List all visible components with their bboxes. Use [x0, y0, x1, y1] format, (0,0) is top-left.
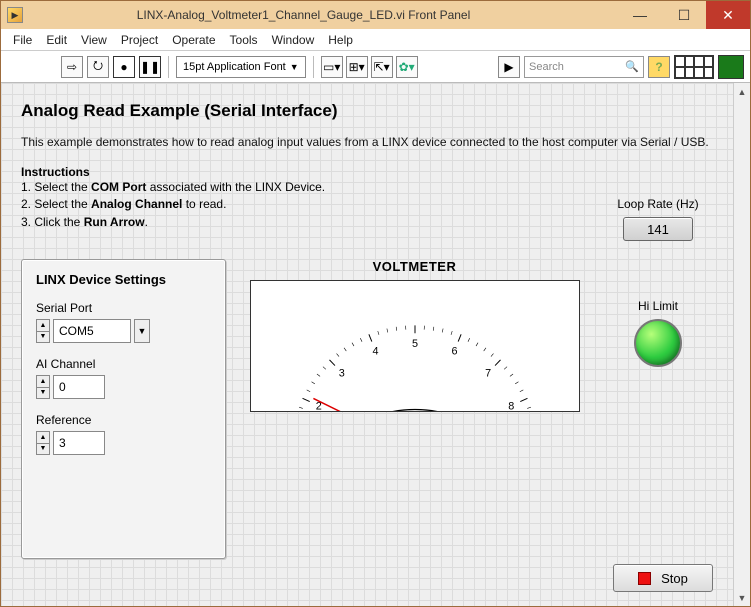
svg-text:5: 5: [411, 338, 417, 350]
serial-port-row: ▲▼ COM5 ▼: [36, 319, 211, 343]
voltmeter-column: VOLTMETER 012345678910: [242, 259, 587, 412]
reference-spinner[interactable]: ▲▼: [36, 431, 50, 455]
pause-button[interactable]: ❚❚: [139, 56, 161, 78]
stop-icon: [638, 572, 651, 585]
font-select[interactable]: 15pt Application Font ▼: [176, 56, 306, 78]
serial-port-spinner[interactable]: ▲▼: [36, 319, 50, 343]
ai-channel-label: AI Channel: [36, 357, 211, 371]
titlebar: ▶ LINX-Analog_Voltmeter1_Channel_Gauge_L…: [1, 1, 750, 29]
resize-objects-button[interactable]: ⇱▾: [371, 56, 393, 78]
run-continuous-button[interactable]: ⭮: [87, 56, 109, 78]
menu-operate[interactable]: Operate: [172, 33, 215, 47]
menu-help[interactable]: Help: [328, 33, 353, 47]
svg-text:8: 8: [508, 401, 514, 411]
serial-port-dropdown[interactable]: ▼: [134, 319, 150, 343]
svg-text:6: 6: [451, 346, 457, 358]
spin-down-icon: ▼: [37, 332, 49, 343]
loop-rate-label: Loop Rate (Hz): [617, 197, 698, 211]
search-input[interactable]: Search 🔍: [524, 56, 644, 78]
menu-project[interactable]: Project: [121, 33, 158, 47]
run-button[interactable]: ⇨: [61, 56, 83, 78]
svg-text:3: 3: [338, 368, 344, 380]
settings-panel-title: LINX Device Settings: [36, 272, 211, 287]
loop-rate-indicator: 141: [623, 217, 693, 241]
minimize-button[interactable]: —: [618, 1, 662, 29]
grid-icon[interactable]: [674, 55, 714, 79]
align-objects-button[interactable]: ▭▾: [321, 56, 343, 78]
voltmeter-title: VOLTMETER: [373, 259, 457, 274]
spin-up-icon: ▲: [37, 432, 49, 444]
content-wrap: Analog Read Example (Serial Interface) T…: [1, 83, 750, 606]
reference-label: Reference: [36, 413, 211, 427]
vi-icon[interactable]: [718, 55, 744, 79]
window-title: LINX-Analog_Voltmeter1_Channel_Gauge_LED…: [0, 8, 618, 22]
window-root: ▶ LINX-Analog_Voltmeter1_Channel_Gauge_L…: [0, 0, 751, 607]
help-button[interactable]: ?: [648, 56, 670, 78]
hi-limit-label: Hi Limit: [638, 299, 678, 313]
menu-edit[interactable]: Edit: [46, 33, 67, 47]
separator: [313, 56, 314, 78]
search-placeholder: Search: [529, 61, 564, 73]
reference-row: ▲▼: [36, 431, 211, 455]
scroll-down-icon: ▼: [734, 589, 750, 606]
ai-channel-row: ▲▼: [36, 375, 211, 399]
spin-down-icon: ▼: [37, 444, 49, 455]
align-tools: ▭▾ ⊞▾ ⇱▾ ✿▾: [321, 56, 418, 78]
page-title: Analog Read Example (Serial Interface): [21, 101, 713, 121]
stop-button[interactable]: Stop: [613, 564, 713, 592]
scroll-track: [734, 100, 750, 589]
reorder-button[interactable]: ✿▾: [396, 56, 418, 78]
menu-tools[interactable]: Tools: [230, 33, 258, 47]
page-description: This example demonstrates how to read an…: [21, 135, 713, 149]
abort-button[interactable]: ●: [113, 56, 135, 78]
spin-up-icon: ▲: [37, 320, 49, 332]
linx-settings-panel: LINX Device Settings Serial Port ▲▼ COM5…: [21, 259, 226, 559]
serial-port-select[interactable]: COM5: [53, 319, 131, 343]
chevron-down-icon: ▼: [290, 62, 299, 72]
right-column: Loop Rate (Hz) 141 Hi Limit: [603, 197, 713, 367]
voltmeter-gauge: 012345678910: [250, 280, 580, 412]
main-columns: LINX Device Settings Serial Port ▲▼ COM5…: [21, 259, 713, 559]
menu-file[interactable]: File: [13, 33, 32, 47]
vertical-scrollbar[interactable]: ▲ ▼: [733, 83, 750, 606]
spin-up-icon: ▲: [37, 376, 49, 388]
distribute-objects-button[interactable]: ⊞▾: [346, 56, 368, 78]
reference-input[interactable]: [53, 431, 105, 455]
search-area: ▶ Search 🔍 ?: [422, 55, 744, 79]
font-label: 15pt Application Font: [183, 61, 286, 73]
separator: [168, 56, 169, 78]
ai-channel-input[interactable]: [53, 375, 105, 399]
window-buttons: — ☐ ✕: [618, 1, 750, 29]
instructions-heading: Instructions: [21, 165, 713, 179]
svg-text:4: 4: [372, 346, 378, 358]
maximize-button[interactable]: ☐: [662, 1, 706, 29]
front-panel: Analog Read Example (Serial Interface) T…: [1, 83, 733, 606]
magnifier-icon: 🔍: [625, 60, 639, 73]
svg-text:7: 7: [485, 368, 491, 380]
close-button[interactable]: ✕: [706, 1, 750, 29]
stop-label: Stop: [661, 571, 688, 586]
scroll-up-icon: ▲: [734, 83, 750, 100]
menu-window[interactable]: Window: [272, 33, 315, 47]
menubar: File Edit View Project Operate Tools Win…: [1, 29, 750, 51]
serial-port-label: Serial Port: [36, 301, 211, 315]
ai-channel-spinner[interactable]: ▲▼: [36, 375, 50, 399]
toolbar: ⇨ ⭮ ● ❚❚ 15pt Application Font ▼ ▭▾ ⊞▾ ⇱…: [1, 51, 750, 83]
menu-view[interactable]: View: [81, 33, 107, 47]
search-icon-button[interactable]: ▶: [498, 56, 520, 78]
instruction-line: 1. Select the COM Port associated with t…: [21, 179, 713, 196]
hi-limit-led: [634, 319, 682, 367]
spin-down-icon: ▼: [37, 388, 49, 399]
